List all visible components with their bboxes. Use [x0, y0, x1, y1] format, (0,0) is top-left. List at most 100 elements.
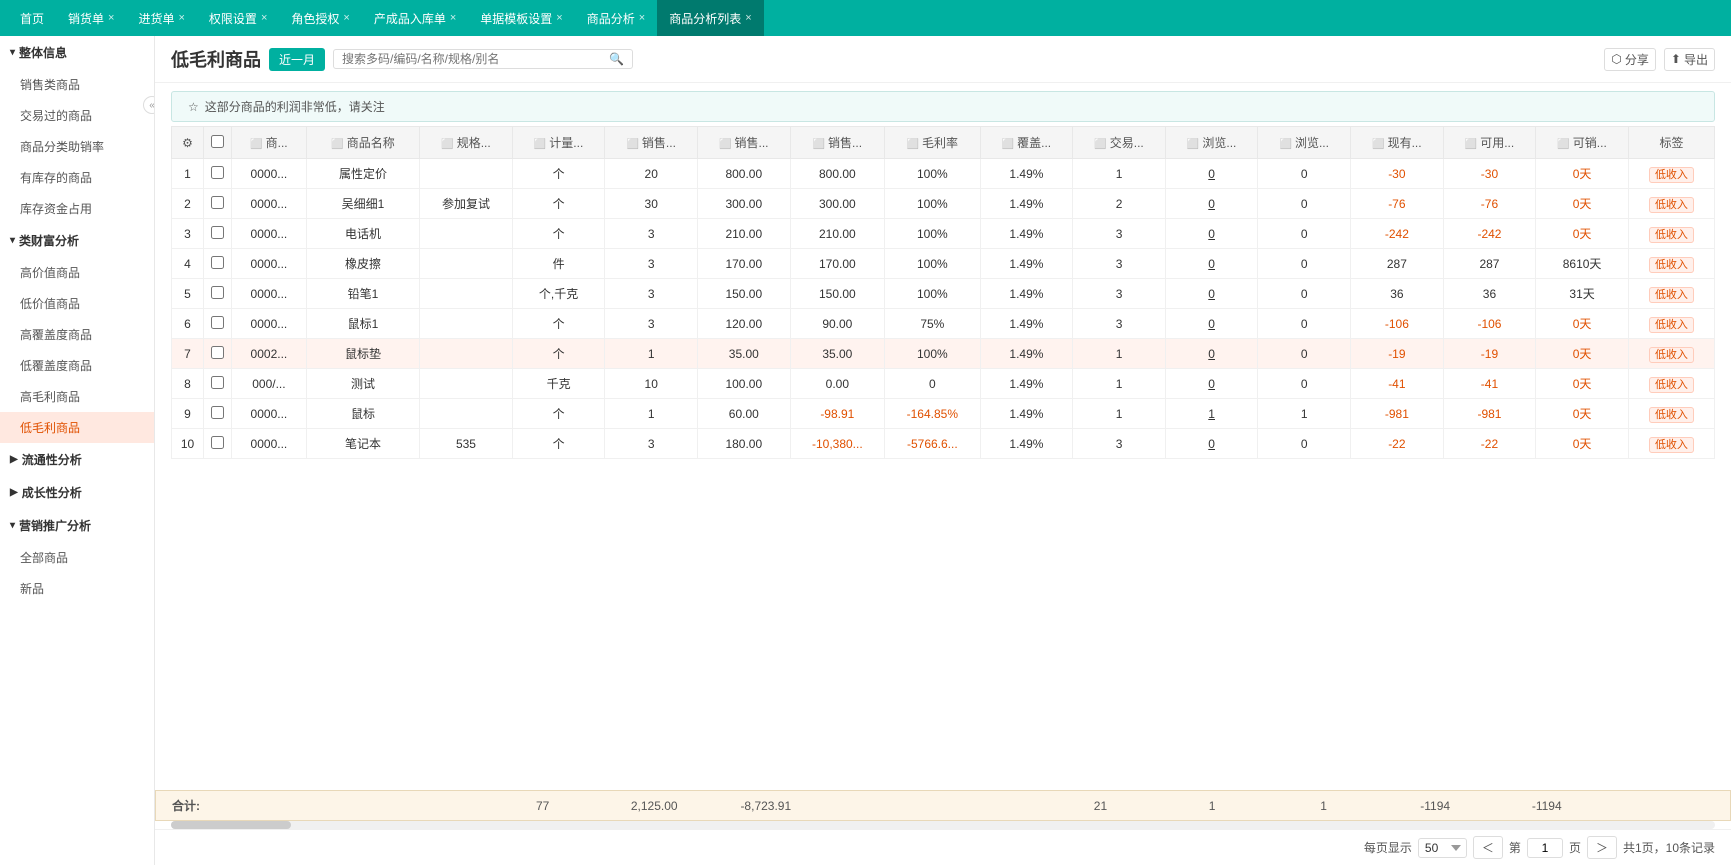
sidebar-item-new-goods[interactable]: 新品 — [0, 573, 154, 604]
row-browse1[interactable]: 0 — [1165, 429, 1258, 459]
row-select-checkbox[interactable] — [211, 406, 224, 419]
row-name[interactable]: 测试 — [306, 369, 419, 399]
sidebar-group-overall[interactable]: ▾ 整体信息 — [0, 36, 154, 69]
sidebar-item-in-stock[interactable]: 有库存的商品 — [0, 162, 154, 193]
sidebar-collapse-btn[interactable]: « — [143, 96, 155, 114]
row-select-checkbox[interactable] — [211, 286, 224, 299]
nav-home[interactable]: 首页 — [8, 0, 56, 36]
close-icon[interactable]: × — [178, 12, 184, 24]
sidebar-item-high-margin[interactable]: 高毛利商品 — [0, 381, 154, 412]
close-icon[interactable]: × — [343, 12, 349, 24]
row-select-checkbox[interactable] — [211, 196, 224, 209]
row-select-checkbox[interactable] — [211, 226, 224, 239]
row-browse1[interactable]: 0 — [1165, 159, 1258, 189]
close-icon[interactable]: × — [745, 12, 751, 24]
sidebar-item-category-rate[interactable]: 商品分类助销率 — [0, 131, 154, 162]
row-name[interactable]: 属性定价 — [306, 159, 419, 189]
share-button[interactable]: ⬡ 分享 — [1604, 48, 1656, 71]
sidebar-item-low-margin[interactable]: 低毛利商品 — [0, 412, 154, 443]
nav-analysis-list[interactable]: 商品分析列表 × — [657, 0, 763, 36]
prev-page-button[interactable]: ＜ — [1473, 836, 1503, 859]
row-checkbox[interactable] — [204, 189, 232, 219]
row-checkbox[interactable] — [204, 339, 232, 369]
sidebar-group-growth[interactable]: ▶ 成长性分析 — [0, 476, 154, 509]
close-icon[interactable]: × — [556, 12, 562, 24]
sidebar-item-low-value[interactable]: 低价值商品 — [0, 288, 154, 319]
row-select-checkbox[interactable] — [211, 376, 224, 389]
row-name[interactable]: 鼠标 — [306, 399, 419, 429]
nav-template[interactable]: 单据模板设置 × — [468, 0, 574, 36]
nav-role[interactable]: 角色授权 × — [279, 0, 361, 36]
nav-purchase[interactable]: 进货单 × — [126, 0, 196, 36]
col-settings[interactable]: ⚙ — [172, 127, 204, 159]
row-browse1[interactable]: 0 — [1165, 369, 1258, 399]
row-browse1[interactable]: 0 — [1165, 339, 1258, 369]
next-page-button[interactable]: ＞ — [1587, 836, 1617, 859]
row-name[interactable]: 鼠标垫 — [306, 339, 419, 369]
row-num: 1 — [172, 159, 204, 189]
page-size-select[interactable]: 50 100 200 — [1418, 838, 1467, 858]
filter-button[interactable]: 近一月 — [269, 48, 325, 71]
row-checkbox[interactable] — [204, 159, 232, 189]
row-browse1[interactable]: 0 — [1165, 309, 1258, 339]
row-checkbox[interactable] — [204, 249, 232, 279]
row-browse1[interactable]: 1 — [1165, 399, 1258, 429]
nav-sales[interactable]: 销货单 × — [56, 0, 126, 36]
row-browse1[interactable]: 0 — [1165, 249, 1258, 279]
row-checkbox[interactable] — [204, 309, 232, 339]
row-browse1[interactable]: 0 — [1165, 279, 1258, 309]
row-name[interactable]: 笔记本 — [306, 429, 419, 459]
close-icon[interactable]: × — [450, 12, 456, 24]
row-num: 2 — [172, 189, 204, 219]
col-checkbox[interactable] — [204, 127, 232, 159]
table-footer: 合计: 77 2,125.00 -8,723.91 21 1 1 -1194 -… — [155, 790, 1731, 821]
search-icon[interactable]: 🔍 — [609, 52, 624, 66]
row-name[interactable]: 铅笔1 — [306, 279, 419, 309]
row-select-checkbox[interactable] — [211, 166, 224, 179]
row-checkbox[interactable] — [204, 279, 232, 309]
table-row: 2 0000... 吴细细1 参加复试 个 30 300.00 300.00 1… — [172, 189, 1715, 219]
row-select-checkbox[interactable] — [211, 436, 224, 449]
row-select-checkbox[interactable] — [211, 316, 224, 329]
sidebar-item-low-coverage[interactable]: 低覆盖度商品 — [0, 350, 154, 381]
row-browse1[interactable]: 0 — [1165, 189, 1258, 219]
row-checkbox[interactable] — [204, 369, 232, 399]
sidebar-group-flow[interactable]: ▶ 流通性分析 — [0, 443, 154, 476]
nav-product-in[interactable]: 产成品入库单 × — [362, 0, 468, 36]
close-icon[interactable]: × — [108, 12, 114, 24]
row-name[interactable]: 电话机 — [306, 219, 419, 249]
sidebar-group-marketing[interactable]: ▾ 营销推广分析 — [0, 509, 154, 542]
sidebar-item-sales-goods[interactable]: 销售类商品 — [0, 69, 154, 100]
row-available: -981 — [1443, 399, 1536, 429]
sidebar-item-high-coverage[interactable]: 高覆盖度商品 — [0, 319, 154, 350]
row-browse1[interactable]: 0 — [1165, 219, 1258, 249]
col-sales-amount: ⬜销售... — [790, 127, 884, 159]
scrollbar-thumb[interactable] — [171, 821, 291, 829]
row-checkbox[interactable] — [204, 399, 232, 429]
row-unit: 千克 — [512, 369, 605, 399]
close-icon[interactable]: × — [261, 12, 267, 24]
select-all-checkbox[interactable] — [211, 135, 224, 148]
sidebar-group-wealth[interactable]: ▾ 类财富分析 — [0, 224, 154, 257]
sidebar-item-traded-goods[interactable]: 交易过的商品 — [0, 100, 154, 131]
row-select-checkbox[interactable] — [211, 256, 224, 269]
sidebar-item-high-value[interactable]: 高价值商品 — [0, 257, 154, 288]
row-tag: 低收入 — [1628, 399, 1714, 429]
close-icon[interactable]: × — [639, 12, 645, 24]
row-select-checkbox[interactable] — [211, 346, 224, 359]
page-number-input[interactable] — [1527, 838, 1563, 858]
row-name[interactable]: 鼠标1 — [306, 309, 419, 339]
footer-sales-qty: 77 — [487, 799, 599, 813]
row-checkbox[interactable] — [204, 429, 232, 459]
sidebar-item-stock-capital[interactable]: 库存资金占用 — [0, 193, 154, 224]
row-sales-amount: 150.00 — [790, 279, 884, 309]
export-button[interactable]: ⬆ 导出 — [1664, 48, 1715, 71]
row-checkbox[interactable] — [204, 219, 232, 249]
row-name[interactable]: 橡皮擦 — [306, 249, 419, 279]
row-name[interactable]: 吴细细1 — [306, 189, 419, 219]
nav-analysis[interactable]: 商品分析 × — [575, 0, 657, 36]
sidebar-item-all-goods[interactable]: 全部商品 — [0, 542, 154, 573]
search-input[interactable] — [342, 52, 609, 66]
nav-permission[interactable]: 权限设置 × — [197, 0, 279, 36]
horizontal-scrollbar[interactable] — [171, 821, 1715, 829]
